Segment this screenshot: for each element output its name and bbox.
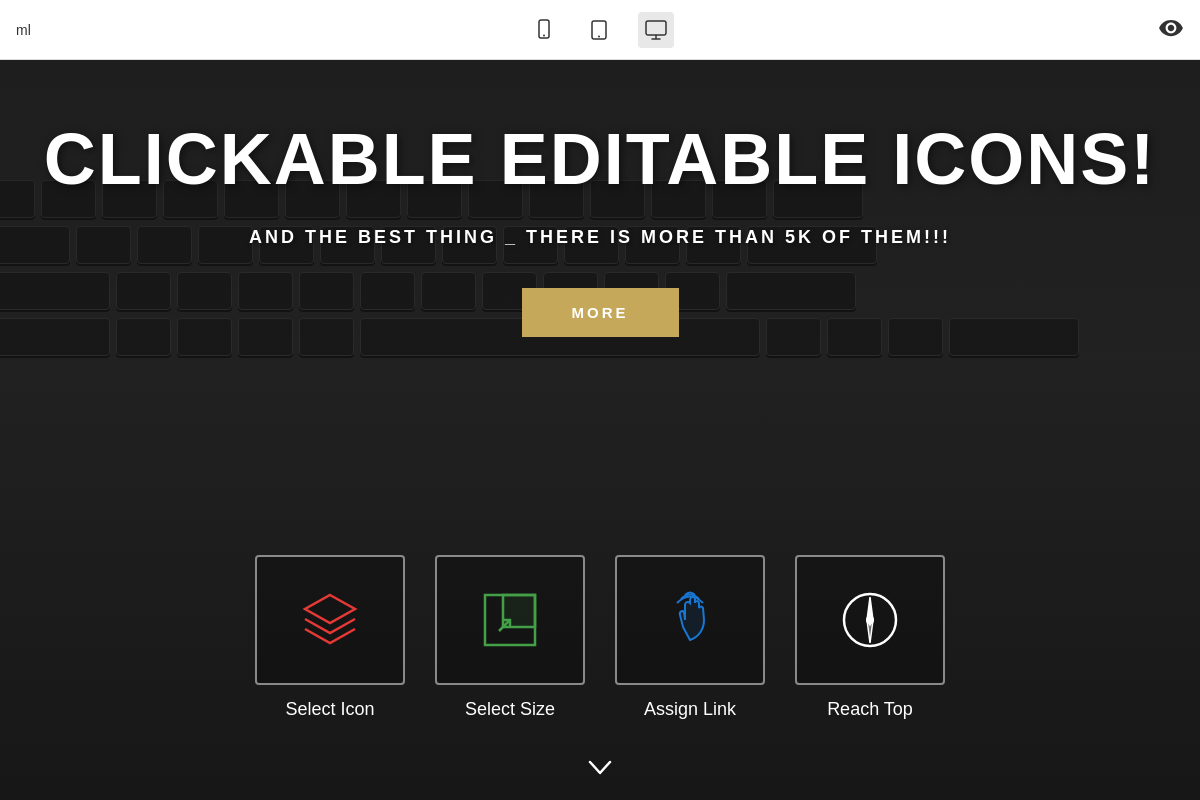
reach-top-box — [795, 555, 945, 685]
chevron-down-icon — [588, 760, 612, 776]
select-size-box — [435, 555, 585, 685]
select-icon-label: Select Icon — [285, 699, 374, 720]
desktop-icon-svg — [644, 18, 668, 42]
layers-icon — [295, 585, 365, 655]
eye-icon — [1158, 15, 1184, 41]
touch-icon — [655, 585, 725, 655]
tablet-icon[interactable] — [582, 12, 618, 48]
feature-assign-link[interactable]: Assign Link — [615, 555, 765, 720]
features-row: Select Icon Select Size — [0, 555, 1200, 720]
app-label: ml — [16, 22, 31, 38]
svg-marker-7 — [305, 595, 355, 623]
desktop-icon[interactable] — [638, 12, 674, 48]
eye-icon-container[interactable] — [1158, 15, 1184, 45]
tablet-icon-svg — [588, 18, 612, 42]
feature-reach-top[interactable]: Reach Top — [795, 555, 945, 720]
select-icon-box — [255, 555, 405, 685]
scroll-arrow[interactable] — [588, 756, 612, 782]
resize-icon — [475, 585, 545, 655]
compass-icon — [835, 585, 905, 655]
hero-subtitle: AND THE BEST THING _ THERE IS MORE THAN … — [249, 227, 951, 248]
more-button[interactable]: MORE — [522, 288, 679, 337]
assign-link-label: Assign Link — [644, 699, 736, 720]
select-size-label: Select Size — [465, 699, 555, 720]
mobile-icon-svg — [532, 18, 556, 42]
feature-select-size[interactable]: Select Size — [435, 555, 585, 720]
hero-title: CLICKABLE EDITABLE ICONS! — [44, 120, 1157, 199]
reach-top-label: Reach Top — [827, 699, 913, 720]
svg-rect-4 — [646, 21, 666, 35]
feature-select-icon[interactable]: Select Icon — [255, 555, 405, 720]
device-switcher — [526, 12, 674, 48]
hero-section: CLICKABLE EDITABLE ICONS! AND THE BEST T… — [0, 60, 1200, 800]
assign-link-box — [615, 555, 765, 685]
mobile-icon[interactable] — [526, 12, 562, 48]
toolbar: ml — [0, 0, 1200, 60]
